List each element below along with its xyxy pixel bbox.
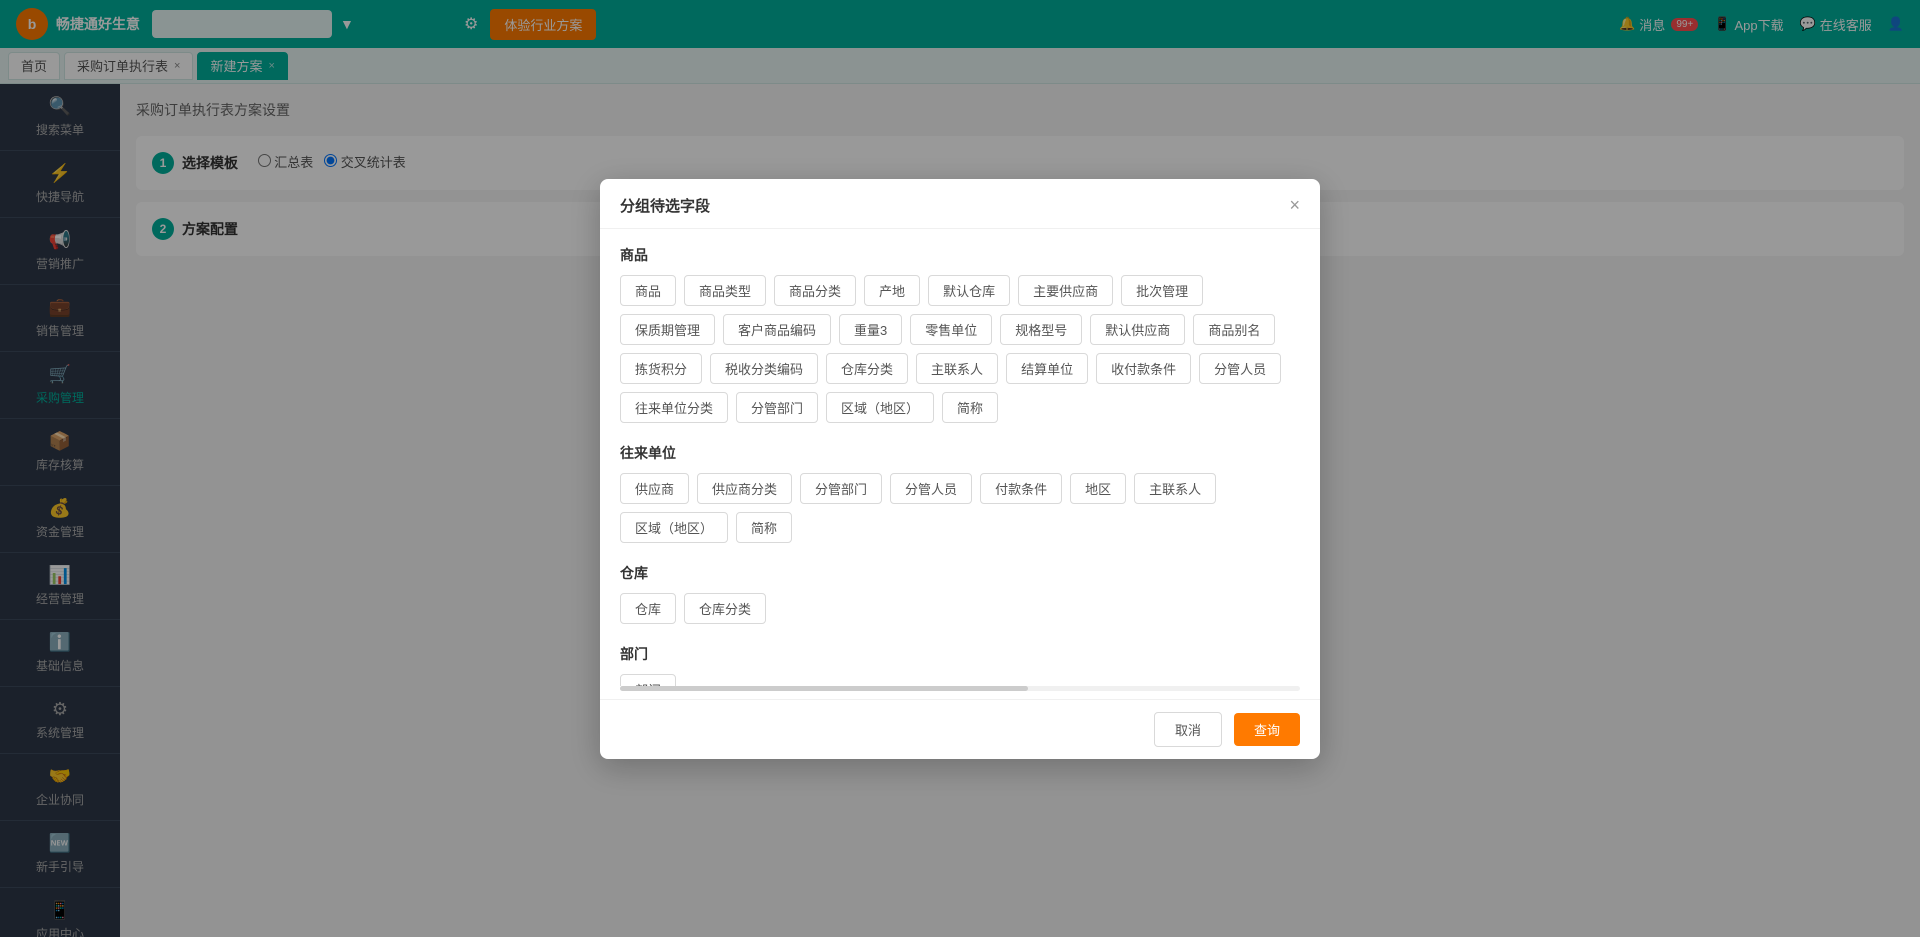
- field-dept[interactable]: 部门: [620, 674, 676, 686]
- section-dept: 部门 部门: [620, 644, 1300, 686]
- section-partner-title: 往来单位: [620, 443, 1300, 463]
- modal-body[interactable]: 商品 商品 商品类型 商品分类 产地 默认仓库 主要供应商 批次管理 保质期管理…: [600, 229, 1320, 686]
- section-dept-fields: 部门: [620, 674, 1300, 686]
- section-warehouse-title: 仓库: [620, 563, 1300, 583]
- field-shelf-life-mgmt[interactable]: 保质期管理: [620, 314, 715, 345]
- section-warehouse-fields: 仓库 仓库分类: [620, 593, 1300, 624]
- field-spec-model[interactable]: 规格型号: [1000, 314, 1082, 345]
- field-supplier[interactable]: 供应商: [620, 473, 689, 504]
- field-warehouse[interactable]: 仓库: [620, 593, 676, 624]
- field-main-supplier[interactable]: 主要供应商: [1018, 275, 1113, 306]
- field-product-category[interactable]: 商品分类: [774, 275, 856, 306]
- field-warehouse-cat[interactable]: 仓库分类: [684, 593, 766, 624]
- field-product-alias[interactable]: 商品别名: [1193, 314, 1275, 345]
- modal-header: 分组待选字段 ×: [600, 179, 1320, 229]
- modal-close-button[interactable]: ×: [1289, 195, 1300, 216]
- field-batch-mgmt[interactable]: 批次管理: [1121, 275, 1203, 306]
- field-dept-incharge[interactable]: 分管部门: [736, 392, 818, 423]
- field-retail-unit[interactable]: 零售单位: [910, 314, 992, 345]
- section-product-fields: 商品 商品类型 商品分类 产地 默认仓库 主要供应商 批次管理 保质期管理 客户…: [620, 275, 1300, 423]
- field-partner-contact[interactable]: 主联系人: [1134, 473, 1216, 504]
- field-settlement-unit[interactable]: 结算单位: [1006, 353, 1088, 384]
- field-pick-points[interactable]: 拣货积分: [620, 353, 702, 384]
- section-product-title: 商品: [620, 245, 1300, 265]
- field-region[interactable]: 区域（地区）: [826, 392, 934, 423]
- field-supplier-category[interactable]: 供应商分类: [697, 473, 792, 504]
- modal-scrollbar-thumb: [620, 686, 1028, 691]
- section-product: 商品 商品 商品类型 商品分类 产地 默认仓库 主要供应商 批次管理 保质期管理…: [620, 245, 1300, 423]
- field-selection-modal: 分组待选字段 × 商品 商品 商品类型 商品分类 产地 默认仓库: [600, 179, 1320, 759]
- modal-overlay: 分组待选字段 × 商品 商品 商品类型 商品分类 产地 默认仓库: [120, 84, 1920, 937]
- field-partner-category[interactable]: 往来单位分类: [620, 392, 728, 423]
- field-main-contact[interactable]: 主联系人: [916, 353, 998, 384]
- modal-horizontal-scrollbar[interactable]: [620, 686, 1300, 691]
- main-layout: 🔍 搜索菜单 ⚡ 快捷导航 📢 营销推广 💼 销售管理 🛒 采购管理 📦 库存核…: [0, 84, 1920, 937]
- field-tax-code[interactable]: 税收分类编码: [710, 353, 818, 384]
- modal-footer: 取消 查询: [600, 699, 1320, 759]
- cancel-button[interactable]: 取消: [1154, 712, 1222, 747]
- section-partner-fields: 供应商 供应商分类 分管部门 分管人员 付款条件 地区 主联系人 区域（地区） …: [620, 473, 1300, 543]
- field-partner-region[interactable]: 区域（地区）: [620, 512, 728, 543]
- content-area: 采购订单执行表方案设置 1 选择模板 汇总表 交叉统计表 2 方案配置: [120, 84, 1920, 937]
- confirm-button[interactable]: 查询: [1234, 713, 1300, 746]
- field-payment-condition[interactable]: 付款条件: [980, 473, 1062, 504]
- section-warehouse: 仓库 仓库 仓库分类: [620, 563, 1300, 624]
- field-payment-terms[interactable]: 收付款条件: [1096, 353, 1191, 384]
- field-area[interactable]: 地区: [1070, 473, 1126, 504]
- field-default-warehouse[interactable]: 默认仓库: [928, 275, 1010, 306]
- field-product[interactable]: 商品: [620, 275, 676, 306]
- field-partner-short-name[interactable]: 简称: [736, 512, 792, 543]
- field-partner-dept[interactable]: 分管部门: [800, 473, 882, 504]
- field-partner-person[interactable]: 分管人员: [890, 473, 972, 504]
- field-product-type[interactable]: 商品类型: [684, 275, 766, 306]
- section-dept-title: 部门: [620, 644, 1300, 664]
- field-origin[interactable]: 产地: [864, 275, 920, 306]
- field-default-supplier[interactable]: 默认供应商: [1090, 314, 1185, 345]
- field-customer-code[interactable]: 客户商品编码: [723, 314, 831, 345]
- field-warehouse-category[interactable]: 仓库分类: [826, 353, 908, 384]
- section-partner: 往来单位 供应商 供应商分类 分管部门 分管人员 付款条件 地区 主联系人 区域…: [620, 443, 1300, 543]
- field-weight3[interactable]: 重量3: [839, 314, 902, 345]
- field-person-incharge[interactable]: 分管人员: [1199, 353, 1281, 384]
- field-short-name[interactable]: 简称: [942, 392, 998, 423]
- modal-title: 分组待选字段: [620, 195, 710, 216]
